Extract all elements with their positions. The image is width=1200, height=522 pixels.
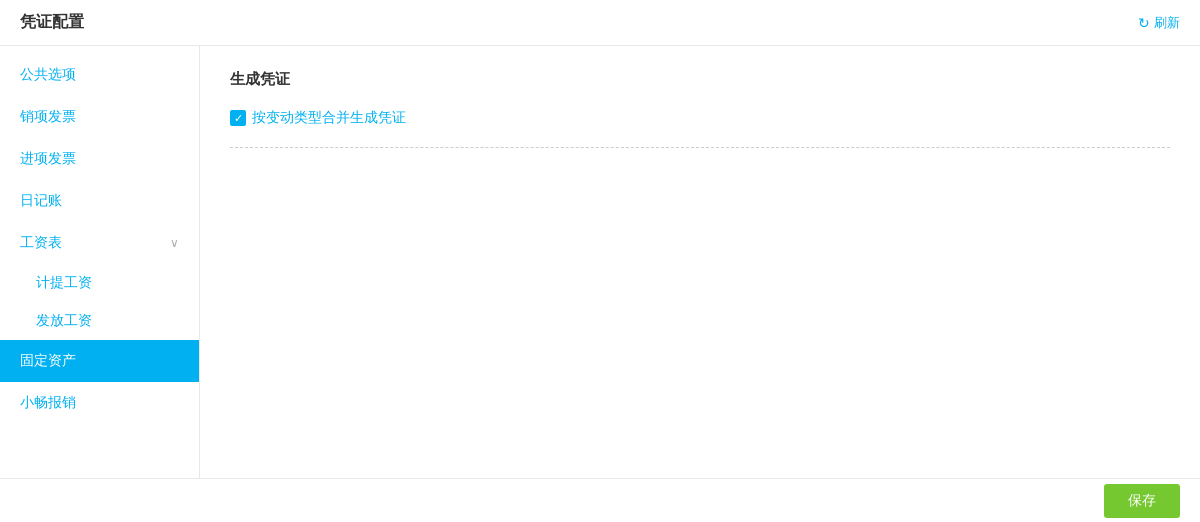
merge-by-type-checkbox[interactable]: ✓ 按变动类型合并生成凭证 xyxy=(230,109,406,127)
refresh-label: 刷新 xyxy=(1154,14,1180,32)
sidebar-item-label: 计提工资 xyxy=(36,274,92,290)
sidebar-item-public-options[interactable]: 公共选项 xyxy=(0,54,199,96)
refresh-icon: ↻ xyxy=(1138,15,1150,31)
checkmark-icon: ✓ xyxy=(234,113,243,124)
sidebar-item-payroll-issue[interactable]: 发放工资 xyxy=(0,302,199,340)
sidebar-item-label: 工资表 xyxy=(20,234,62,252)
page-title: 凭证配置 xyxy=(20,12,84,33)
sidebar-item-label: 发放工资 xyxy=(36,312,92,328)
checkbox-input[interactable]: ✓ xyxy=(230,110,246,126)
sidebar-item-label: 公共选项 xyxy=(20,66,76,84)
footer: 保存 xyxy=(0,478,1200,522)
sidebar-item-sales-invoice[interactable]: 销项发票 xyxy=(0,96,199,138)
content-area: 生成凭证 ✓ 按变动类型合并生成凭证 xyxy=(200,46,1200,478)
sidebar-item-label: 固定资产 xyxy=(20,352,76,370)
sidebar-item-payroll-accrual[interactable]: 计提工资 xyxy=(0,264,199,302)
sidebar: 公共选项 销项发票 进项发票 日记账 工资表 ∨ 计提工资 发放工资 固定资产 … xyxy=(0,46,200,478)
section-title: 生成凭证 xyxy=(230,70,1170,89)
sidebar-item-journal[interactable]: 日记账 xyxy=(0,180,199,222)
sidebar-item-fixed-assets[interactable]: 固定资产 xyxy=(0,340,199,382)
sidebar-item-label: 进项发票 xyxy=(20,150,76,168)
sidebar-item-label: 销项发票 xyxy=(20,108,76,126)
sidebar-item-payroll-table[interactable]: 工资表 ∨ xyxy=(0,222,199,264)
checkbox-row: ✓ 按变动类型合并生成凭证 xyxy=(230,109,1170,127)
sidebar-item-label: 日记账 xyxy=(20,192,62,210)
sidebar-item-label: 小畅报销 xyxy=(20,394,76,412)
checkbox-label: 按变动类型合并生成凭证 xyxy=(252,109,406,127)
chevron-down-icon: ∨ xyxy=(170,236,179,250)
divider xyxy=(230,147,1170,148)
sidebar-item-expense-reimbursement[interactable]: 小畅报销 xyxy=(0,382,199,424)
save-button[interactable]: 保存 xyxy=(1104,484,1180,518)
refresh-button[interactable]: ↻ 刷新 xyxy=(1138,14,1180,32)
main-layout: 公共选项 销项发票 进项发票 日记账 工资表 ∨ 计提工资 发放工资 固定资产 … xyxy=(0,46,1200,478)
header: 凭证配置 ↻ 刷新 xyxy=(0,0,1200,46)
sidebar-item-purchase-invoice[interactable]: 进项发票 xyxy=(0,138,199,180)
